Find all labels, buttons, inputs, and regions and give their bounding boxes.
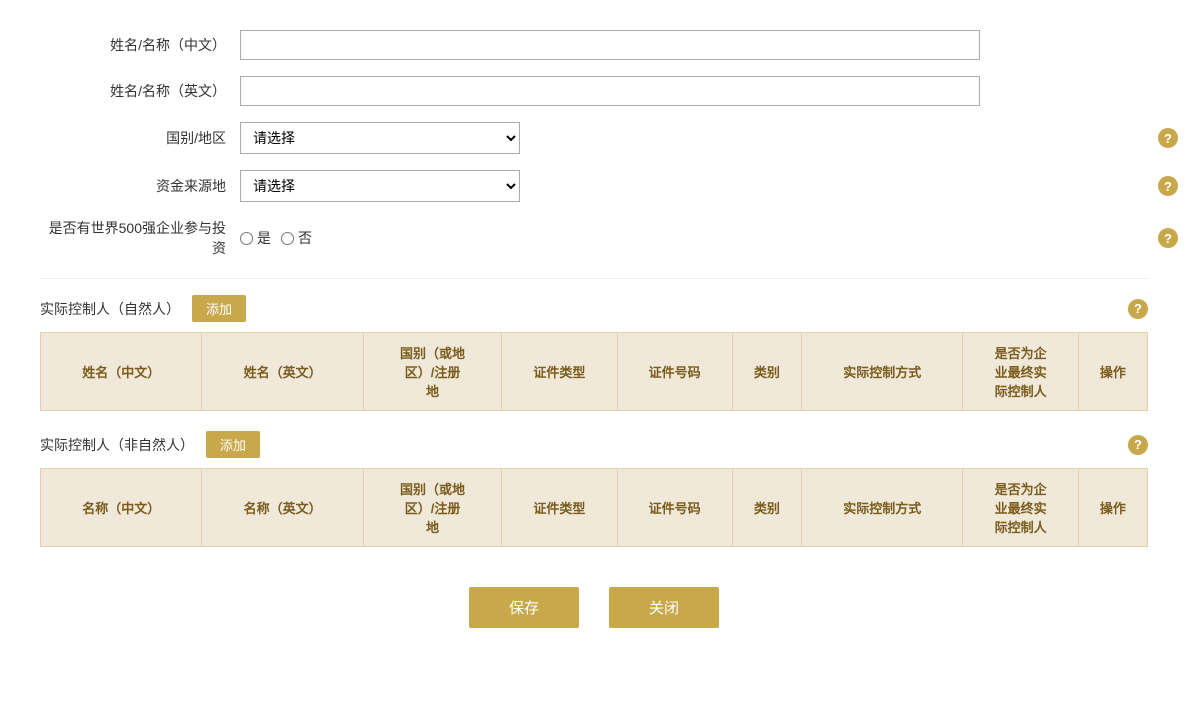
fortune500-yes-label: 是 (257, 228, 271, 248)
col-operation-2: 操作 (1078, 469, 1147, 547)
col-control-method: 实际控制方式 (802, 333, 963, 411)
country-select[interactable]: 请选择 (240, 122, 520, 154)
col-name-cn: 姓名（中文） (41, 333, 202, 411)
non-natural-section-help-icon[interactable]: ? (1128, 435, 1148, 455)
col-country-2: 国别（或地区）/注册地 (363, 469, 501, 547)
natural-section-header: 实际控制人（自然人） 添加 ? (40, 295, 1148, 322)
col-name-en: 姓名（英文） (202, 333, 363, 411)
name-cn-label: 姓名/名称（中文） (40, 35, 240, 55)
col-cert-no-2: 证件号码 (617, 469, 732, 547)
country-help-icon[interactable]: ? (1158, 128, 1178, 148)
fortune500-radio-group: 是 否 (240, 228, 312, 248)
fund-source-select[interactable]: 请选择 (240, 170, 520, 202)
fortune500-label: 是否有世界500强企业参与投资 (40, 218, 240, 258)
fortune500-yes-option[interactable]: 是 (240, 228, 271, 248)
fortune500-help-icon[interactable]: ? (1158, 228, 1178, 248)
non-natural-add-button[interactable]: 添加 (206, 431, 260, 458)
non-natural-table-header-row: 名称（中文） 名称（英文） 国别（或地区）/注册地 证件类型 证件号码 类别 实… (41, 469, 1148, 547)
non-natural-section-header: 实际控制人（非自然人） 添加 ? (40, 431, 1148, 458)
name-cn-input[interactable] (240, 30, 980, 60)
col-name-en-2: 名称（英文） (202, 469, 363, 547)
non-natural-person-table: 名称（中文） 名称（英文） 国别（或地区）/注册地 证件类型 证件号码 类别 实… (40, 468, 1148, 547)
footer-buttons: 保存 关闭 (40, 587, 1148, 628)
natural-section-help-icon[interactable]: ? (1128, 299, 1148, 319)
natural-person-table: 姓名（中文） 姓名（英文） 国别（或地区）/注册地 证件类型 证件号码 类别 实… (40, 332, 1148, 411)
col-is-final-controller-2: 是否为企业最终实际控制人 (963, 469, 1078, 547)
fortune500-no-radio[interactable] (281, 232, 294, 245)
col-operation: 操作 (1078, 333, 1147, 411)
close-button[interactable]: 关闭 (609, 587, 719, 628)
name-en-label: 姓名/名称（英文） (40, 81, 240, 101)
col-category-2: 类别 (732, 469, 801, 547)
col-cert-type: 证件类型 (502, 333, 617, 411)
col-cert-no: 证件号码 (617, 333, 732, 411)
fortune500-yes-radio[interactable] (240, 232, 253, 245)
fund-source-label: 资金来源地 (40, 176, 240, 196)
natural-add-button[interactable]: 添加 (192, 295, 246, 322)
col-control-method-2: 实际控制方式 (802, 469, 963, 547)
fund-source-help-icon[interactable]: ? (1158, 176, 1178, 196)
col-name-cn-2: 名称（中文） (41, 469, 202, 547)
natural-section-title: 实际控制人（自然人） (40, 299, 180, 319)
col-is-final-controller: 是否为企业最终实际控制人 (963, 333, 1078, 411)
save-button[interactable]: 保存 (469, 587, 579, 628)
col-country: 国别（或地区）/注册地 (363, 333, 501, 411)
col-cert-type-2: 证件类型 (502, 469, 617, 547)
col-category: 类别 (732, 333, 801, 411)
non-natural-section-title: 实际控制人（非自然人） (40, 435, 194, 455)
fortune500-no-label: 否 (298, 228, 312, 248)
fortune500-no-option[interactable]: 否 (281, 228, 312, 248)
country-label: 国别/地区 (40, 128, 240, 148)
natural-table-header-row: 姓名（中文） 姓名（英文） 国别（或地区）/注册地 证件类型 证件号码 类别 实… (41, 333, 1148, 411)
name-en-input[interactable] (240, 76, 980, 106)
